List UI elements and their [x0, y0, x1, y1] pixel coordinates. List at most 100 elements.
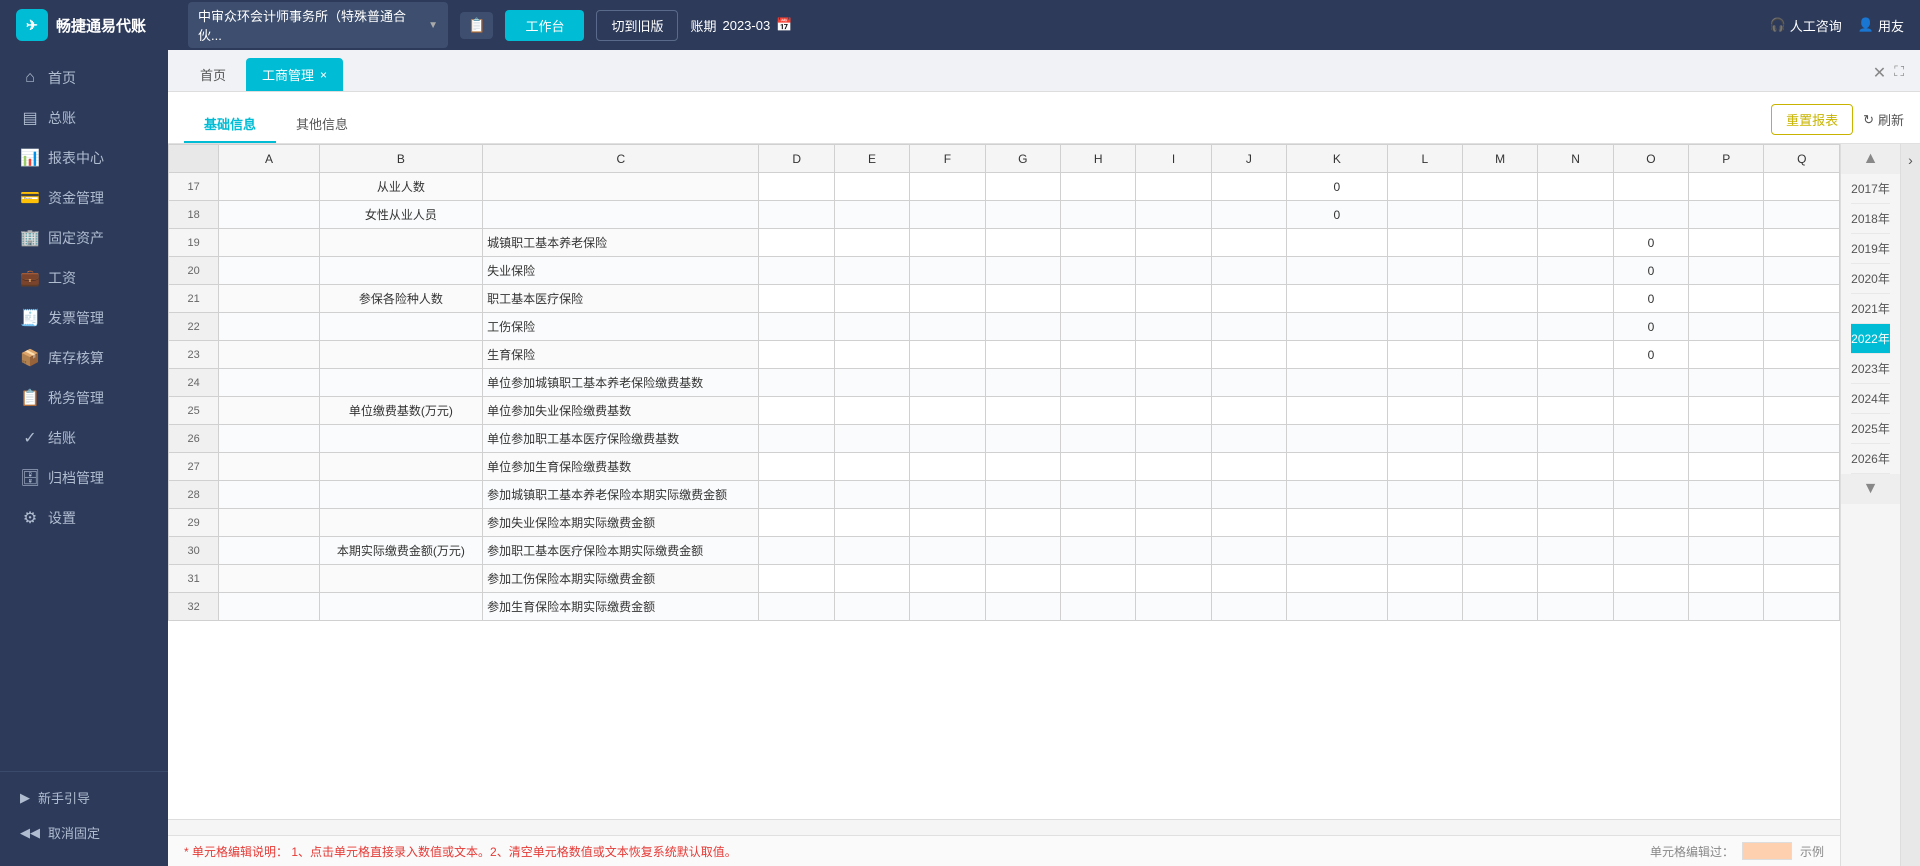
- workbench-button[interactable]: 工作台: [505, 10, 584, 41]
- cell-23-B[interactable]: [319, 341, 482, 369]
- cell-26-A[interactable]: [219, 425, 320, 453]
- cell-24-J[interactable]: [1211, 369, 1286, 397]
- cell-30-Q[interactable]: [1764, 537, 1840, 565]
- cell-27-B[interactable]: [319, 453, 482, 481]
- sidebar-item-ledger[interactable]: ▤ 总账: [0, 98, 168, 138]
- cell-29-L[interactable]: [1387, 509, 1462, 537]
- cell-21-B[interactable]: 参保各险种人数: [319, 285, 482, 313]
- cell-23-P[interactable]: [1689, 341, 1764, 369]
- cell-21-E[interactable]: [834, 285, 909, 313]
- cell-22-N[interactable]: [1538, 313, 1613, 341]
- year-button[interactable]: 2021年: [1851, 294, 1890, 324]
- cell-30-N[interactable]: [1538, 537, 1613, 565]
- cell-26-B[interactable]: [319, 425, 482, 453]
- cell-18-J[interactable]: [1211, 201, 1286, 229]
- sidebar-item-newbie[interactable]: ▶ 新手引导: [0, 780, 168, 815]
- year-button[interactable]: 2024年: [1851, 384, 1890, 414]
- cell-20-O[interactable]: 0: [1613, 257, 1688, 285]
- year-button[interactable]: 2019年: [1851, 234, 1890, 264]
- cell-26-L[interactable]: [1387, 425, 1462, 453]
- cell-21-A[interactable]: [219, 285, 320, 313]
- switch-version-button[interactable]: 切到旧版: [596, 10, 678, 41]
- cell-22-D[interactable]: [759, 313, 834, 341]
- cell-20-B[interactable]: [319, 257, 482, 285]
- cell-27-H[interactable]: [1060, 453, 1135, 481]
- cell-19-B[interactable]: [319, 229, 482, 257]
- cell-27-N[interactable]: [1538, 453, 1613, 481]
- cell-18-L[interactable]: [1387, 201, 1462, 229]
- cell-28-H[interactable]: [1060, 481, 1135, 509]
- cell-32-N[interactable]: [1538, 593, 1613, 621]
- cell-25-C[interactable]: 单位参加失业保险缴费基数: [483, 397, 759, 425]
- cell-23-C[interactable]: 生育保险: [483, 341, 759, 369]
- cell-18-O[interactable]: [1613, 201, 1688, 229]
- cell-18-P[interactable]: [1689, 201, 1764, 229]
- cell-19-O[interactable]: 0: [1613, 229, 1688, 257]
- cell-21-M[interactable]: [1462, 285, 1537, 313]
- cell-31-A[interactable]: [219, 565, 320, 593]
- spreadsheet-wrapper[interactable]: A B C D E F G H I J: [168, 144, 1840, 819]
- year-button[interactable]: 2023年: [1851, 354, 1890, 384]
- cell-29-I[interactable]: [1136, 509, 1211, 537]
- cell-20-N[interactable]: [1538, 257, 1613, 285]
- cell-17-E[interactable]: [834, 173, 909, 201]
- cell-24-F[interactable]: [910, 369, 985, 397]
- cell-30-K[interactable]: [1287, 537, 1388, 565]
- cell-29-J[interactable]: [1211, 509, 1286, 537]
- cell-20-H[interactable]: [1060, 257, 1135, 285]
- cell-27-A[interactable]: [219, 453, 320, 481]
- cell-29-H[interactable]: [1060, 509, 1135, 537]
- cell-28-O[interactable]: [1613, 481, 1688, 509]
- cell-26-H[interactable]: [1060, 425, 1135, 453]
- sidebar-item-reports[interactable]: 📊 报表中心: [0, 138, 168, 178]
- calendar-icon[interactable]: 📅: [776, 17, 792, 33]
- cell-24-A[interactable]: [219, 369, 320, 397]
- cell-24-C[interactable]: 单位参加城镇职工基本养老保险缴费基数: [483, 369, 759, 397]
- cell-26-O[interactable]: [1613, 425, 1688, 453]
- cell-24-K[interactable]: [1287, 369, 1388, 397]
- cell-22-I[interactable]: [1136, 313, 1211, 341]
- year-button[interactable]: 2022年: [1851, 324, 1890, 354]
- cell-31-N[interactable]: [1538, 565, 1613, 593]
- cell-32-B[interactable]: [319, 593, 482, 621]
- refresh-button[interactable]: ↻ 刷新: [1863, 110, 1904, 129]
- cell-17-F[interactable]: [910, 173, 985, 201]
- cell-30-G[interactable]: [985, 537, 1060, 565]
- cell-23-A[interactable]: [219, 341, 320, 369]
- cell-25-O[interactable]: [1613, 397, 1688, 425]
- cell-23-K[interactable]: [1287, 341, 1388, 369]
- cell-19-K[interactable]: [1287, 229, 1388, 257]
- cell-17-N[interactable]: [1538, 173, 1613, 201]
- cell-20-F[interactable]: [910, 257, 985, 285]
- sub-tab-other[interactable]: 其他信息: [276, 106, 368, 143]
- cell-20-J[interactable]: [1211, 257, 1286, 285]
- cell-17-M[interactable]: [1462, 173, 1537, 201]
- cell-30-D[interactable]: [759, 537, 834, 565]
- cell-32-F[interactable]: [910, 593, 985, 621]
- cell-24-N[interactable]: [1538, 369, 1613, 397]
- cell-29-G[interactable]: [985, 509, 1060, 537]
- cell-30-B[interactable]: 本期实际缴费金额(万元): [319, 537, 482, 565]
- cell-28-N[interactable]: [1538, 481, 1613, 509]
- cell-29-N[interactable]: [1538, 509, 1613, 537]
- cell-22-C[interactable]: 工伤保险: [483, 313, 759, 341]
- cell-25-K[interactable]: [1287, 397, 1388, 425]
- cell-28-L[interactable]: [1387, 481, 1462, 509]
- cell-25-D[interactable]: [759, 397, 834, 425]
- reset-report-button[interactable]: 重置报表: [1771, 104, 1853, 135]
- cell-26-K[interactable]: [1287, 425, 1388, 453]
- cell-20-I[interactable]: [1136, 257, 1211, 285]
- cell-25-J[interactable]: [1211, 397, 1286, 425]
- company-selector[interactable]: 中审众环会计师事务所（特殊普通合伙... ▼: [188, 2, 448, 48]
- cell-30-P[interactable]: [1689, 537, 1764, 565]
- cell-25-B[interactable]: 单位缴费基数(万元): [319, 397, 482, 425]
- cell-18-M[interactable]: [1462, 201, 1537, 229]
- cell-19-J[interactable]: [1211, 229, 1286, 257]
- cell-31-C[interactable]: 参加工伤保险本期实际缴费金额: [483, 565, 759, 593]
- cell-32-O[interactable]: [1613, 593, 1688, 621]
- tab-business[interactable]: 工商管理 ×: [246, 58, 343, 91]
- cell-27-F[interactable]: [910, 453, 985, 481]
- cell-18-B[interactable]: 女性从业人员: [319, 201, 482, 229]
- cell-29-D[interactable]: [759, 509, 834, 537]
- cell-28-M[interactable]: [1462, 481, 1537, 509]
